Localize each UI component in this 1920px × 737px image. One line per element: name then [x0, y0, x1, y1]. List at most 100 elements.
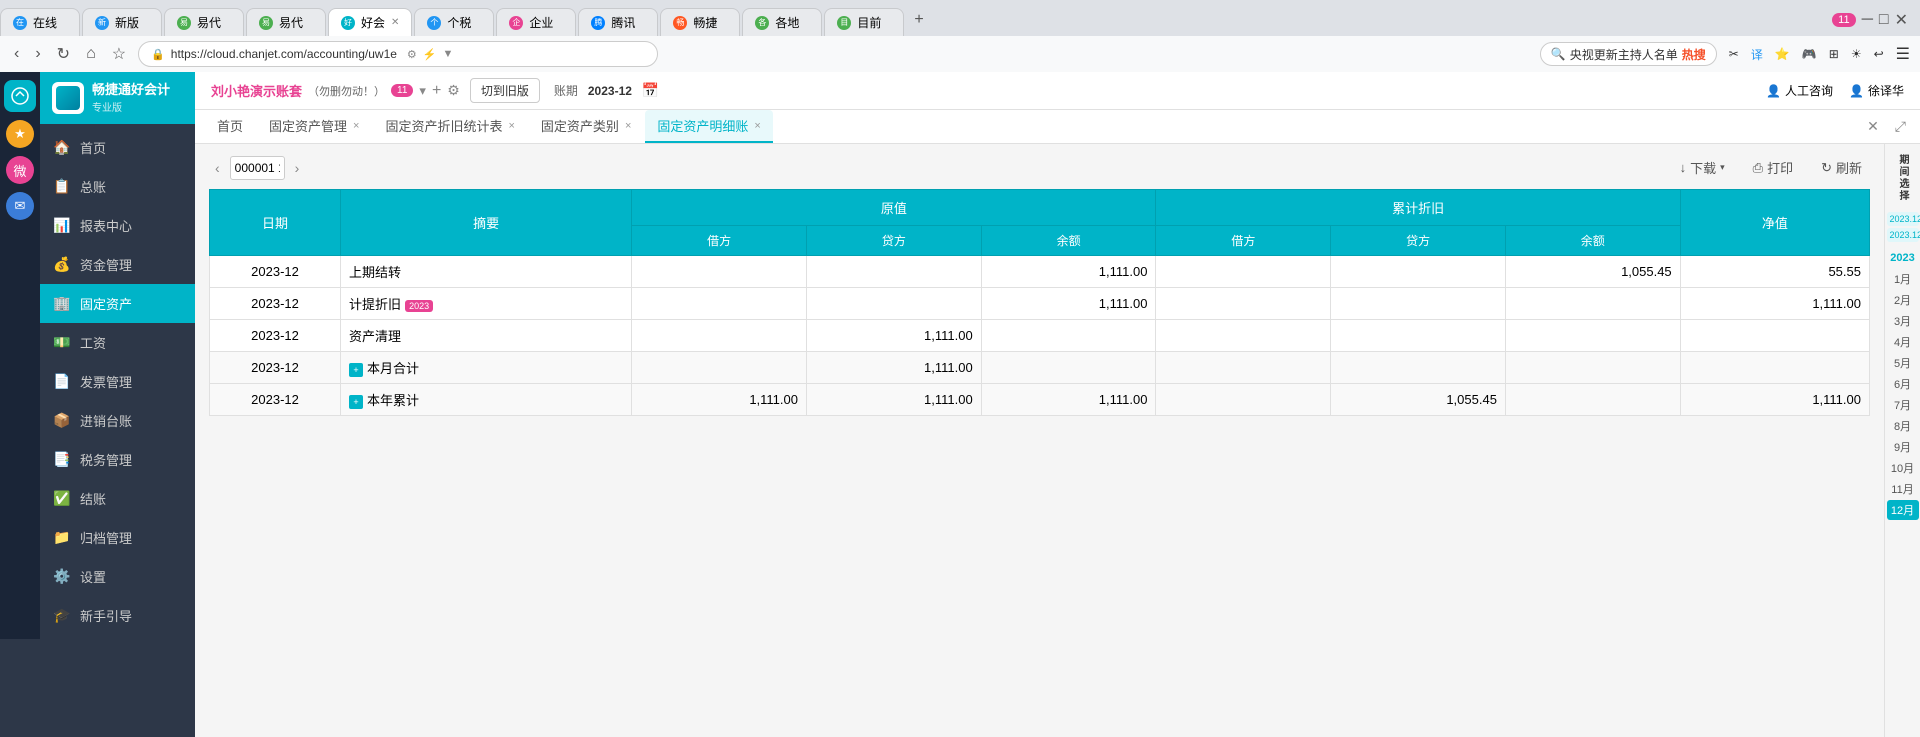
table-toolbar-actions: ↓ 下载 ▾ ⎙ 打印 ↻ 刷新	[1672, 154, 1870, 181]
month-item-1[interactable]: 1月	[1887, 269, 1919, 289]
month-item-2023[interactable]: 2023	[1887, 248, 1919, 268]
browser-tab-tab4[interactable]: 易 易代	[246, 8, 326, 36]
window-minimize[interactable]: ─	[1862, 11, 1873, 29]
browser-tab-tab10[interactable]: 各 各地	[742, 8, 822, 36]
expand-tab-button[interactable]: ⤢	[1891, 114, 1910, 139]
sidebar-item-ledger[interactable]: 📋 总账	[40, 167, 195, 206]
quick-logo[interactable]	[4, 80, 36, 112]
back-button[interactable]: ‹	[10, 41, 23, 67]
browser-tab-tab1[interactable]: 在 在线	[0, 8, 80, 36]
sidebar-item-invoice[interactable]: 📄 发票管理	[40, 362, 195, 401]
browser-tab-tab6[interactable]: 个 个税	[414, 8, 494, 36]
month-item-2[interactable]: 2月	[1887, 290, 1919, 310]
month-item-7[interactable]: 7月	[1887, 395, 1919, 415]
month-item-9[interactable]: 9月	[1887, 437, 1919, 457]
scissors-icon[interactable]: ✂	[1729, 47, 1739, 61]
sidebar-item-archive[interactable]: 📁 归档管理	[40, 518, 195, 557]
col-orig-balance-header: 余额	[981, 226, 1156, 256]
download-button[interactable]: ↓ 下载 ▾	[1672, 154, 1733, 181]
sidebar-item-home[interactable]: 🏠 首页	[40, 128, 195, 167]
page-tab-depreciation[interactable]: 固定资产折旧统计表 ×	[373, 110, 526, 143]
sidebar-item-settings[interactable]: ⚙️ 设置	[40, 557, 195, 596]
history-icon[interactable]: ↩	[1874, 47, 1884, 61]
settings-icon[interactable]: ⚙	[447, 82, 460, 99]
next-page-button[interactable]: ›	[289, 158, 306, 178]
add-account-icon[interactable]: +	[432, 82, 441, 100]
dropdown-icon[interactable]: ▼	[443, 48, 454, 60]
prev-page-button[interactable]: ‹	[209, 158, 226, 178]
grid-icon[interactable]: ⊞	[1829, 47, 1839, 61]
tab-close-tab5[interactable]: ✕	[391, 17, 399, 28]
sidebar-item-fund[interactable]: 💰 资金管理	[40, 245, 195, 284]
home-button[interactable]: ⌂	[82, 41, 100, 67]
close-page-tab-depreciation[interactable]: ×	[508, 120, 514, 132]
dropdown-arrow-icon[interactable]: ▾	[419, 83, 426, 99]
menu-icon[interactable]: ☰	[1896, 44, 1910, 64]
quick-mail-button[interactable]: ✉	[6, 192, 34, 220]
month-item-5[interactable]: 5月	[1887, 353, 1919, 373]
sidebar-icon-ledger: 📋	[54, 179, 70, 195]
refresh-button[interactable]: ↻ 刷新	[1813, 154, 1870, 181]
switch-to-old-version-button[interactable]: 切到旧版	[470, 78, 540, 103]
browser-tab-tab5[interactable]: 好 好会 ✕	[328, 8, 412, 36]
sidebar-icon-invoice: 📄	[54, 374, 70, 390]
quick-star-button[interactable]: ★	[6, 120, 34, 148]
month-item-6[interactable]: 6月	[1887, 374, 1919, 394]
sidebar-item-guide[interactable]: 🎓 新手引导	[40, 596, 195, 635]
sidebar-icon-fixed: 🏢	[54, 296, 70, 312]
translate-icon[interactable]: 译	[1751, 46, 1763, 63]
tab-favicon-tab7: 企	[509, 16, 523, 30]
month-item-8[interactable]: 8月	[1887, 416, 1919, 436]
ssl-icon: 🔒	[151, 48, 165, 61]
quick-weibo-button[interactable]: 微	[6, 156, 34, 184]
sidebar-item-tax[interactable]: 📑 税务管理	[40, 440, 195, 479]
brightness-icon[interactable]: ☀	[1851, 47, 1862, 61]
game-icon[interactable]: 🎮	[1802, 47, 1817, 61]
browser-tab-tab11[interactable]: 目 目前	[824, 8, 904, 36]
month-item-12[interactable]: 12月	[1887, 500, 1919, 520]
sidebar-item-settlement[interactable]: ✅ 结账	[40, 479, 195, 518]
cell-accum-credit	[1331, 320, 1506, 352]
calendar-icon[interactable]: 📅	[642, 82, 659, 99]
browser-search-bar[interactable]: 🔍 央视更新主持人名单 热搜	[1540, 42, 1717, 66]
user-account-button[interactable]: 👤 徐译华	[1849, 82, 1904, 99]
page-tab-fixed_mgmt[interactable]: 固定资产管理 ×	[257, 110, 371, 143]
new-tab-button[interactable]: +	[904, 4, 933, 36]
window-close[interactable]: ✕	[1895, 10, 1908, 30]
address-bar[interactable]: 🔒 https://cloud.chanjet.com/accounting/u…	[138, 41, 658, 67]
sidebar-item-report[interactable]: 📊 报表中心	[40, 206, 195, 245]
cell-orig-debit	[632, 256, 807, 288]
close-page-tab-category[interactable]: ×	[625, 120, 631, 132]
browser-tab-tab8[interactable]: 腾 腾讯	[578, 8, 658, 36]
close-tab-button[interactable]: ✕	[1863, 114, 1883, 139]
browser-tab-tab2[interactable]: 新 新版	[82, 8, 162, 36]
reload-button[interactable]: ↻	[53, 40, 74, 68]
page-number-input[interactable]	[230, 156, 285, 180]
sidebar-quick-access: ★ 微 ✉	[0, 72, 40, 639]
month-item-11[interactable]: 11月	[1887, 479, 1919, 499]
customer-service-button[interactable]: 👤 人工咨询	[1766, 82, 1833, 99]
period-end-date[interactable]: 2023.12	[1887, 228, 1919, 242]
browser-tab-tab9[interactable]: 畅 畅捷	[660, 8, 740, 36]
month-item-10[interactable]: 10月	[1887, 458, 1919, 478]
browser-tab-tab7[interactable]: 企 企业	[496, 8, 576, 36]
period-start-date[interactable]: 2023.12	[1887, 212, 1919, 226]
extension-3-icon[interactable]: ⭐	[1775, 47, 1790, 61]
month-item-4[interactable]: 4月	[1887, 332, 1919, 352]
close-page-tab-detail[interactable]: ×	[754, 120, 760, 132]
bookmark-button[interactable]: ☆	[108, 40, 130, 68]
page-tab-category[interactable]: 固定资产类别 ×	[529, 110, 643, 143]
close-page-tab-fixed_mgmt[interactable]: ×	[353, 120, 359, 132]
month-item-3[interactable]: 3月	[1887, 311, 1919, 331]
address-bar-row: ‹ › ↻ ⌂ ☆ 🔒 https://cloud.chanjet.com/ac…	[0, 36, 1920, 72]
print-button[interactable]: ⎙ 打印	[1745, 154, 1801, 181]
forward-button[interactable]: ›	[31, 41, 44, 67]
page-tab-detail[interactable]: 固定资产明细账 ×	[645, 110, 772, 143]
sidebar-item-fixed[interactable]: 🏢 固定资产	[40, 284, 195, 323]
window-maximize[interactable]: □	[1879, 11, 1889, 29]
sidebar-item-inventory[interactable]: 📦 进销台账	[40, 401, 195, 440]
page-tab-home[interactable]: 首页	[205, 110, 255, 143]
browser-tab-tab3[interactable]: 易 易代	[164, 8, 244, 36]
notification-badge[interactable]: 11	[391, 84, 413, 97]
sidebar-item-salary[interactable]: 💵 工资	[40, 323, 195, 362]
